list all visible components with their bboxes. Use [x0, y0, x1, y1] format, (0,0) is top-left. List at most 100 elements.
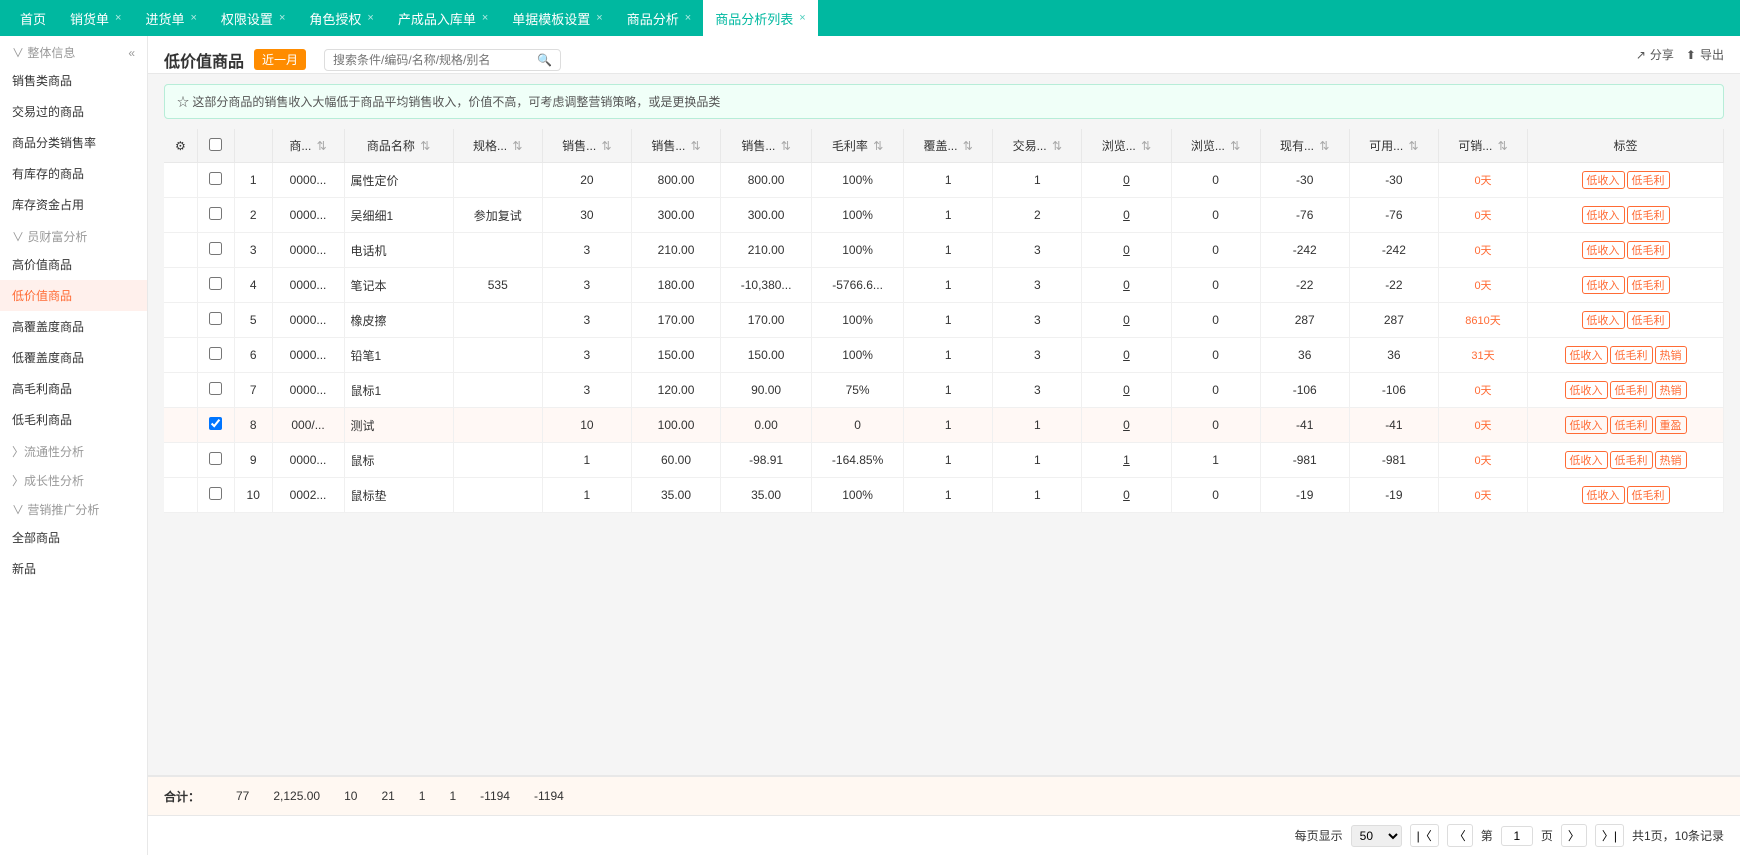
- cell-views1[interactable]: 1: [1082, 443, 1171, 478]
- share-button[interactable]: ↗ 分享: [1636, 46, 1674, 63]
- col-sales-amount[interactable]: 销售... ⇅: [631, 129, 720, 163]
- close-icon[interactable]: ×: [190, 12, 196, 24]
- select-all-checkbox[interactable]: [209, 138, 222, 151]
- sidebar-item-stock-fund[interactable]: 库存资金占用: [0, 189, 147, 220]
- cell-views1[interactable]: 0: [1082, 163, 1171, 198]
- close-icon[interactable]: ×: [685, 12, 691, 24]
- cell-checkbox[interactable]: [197, 198, 234, 233]
- col-name[interactable]: 商品名称 ⇅: [344, 129, 453, 163]
- cell-checkbox[interactable]: [197, 233, 234, 268]
- col-code[interactable]: 商... ⇅: [272, 129, 344, 163]
- col-sales-price[interactable]: 销售... ⇅: [721, 129, 812, 163]
- cell-sales-price: 35.00: [721, 478, 812, 513]
- close-icon[interactable]: ×: [115, 12, 121, 24]
- sidebar-group-flow[interactable]: 〉流通性分析: [0, 435, 147, 464]
- nav-template-settings[interactable]: 单据模板设置 ×: [500, 0, 614, 36]
- cell-views1[interactable]: 0: [1082, 478, 1171, 513]
- nav-sales-order[interactable]: 销货单 ×: [58, 0, 133, 36]
- nav-product-analysis[interactable]: 商品分析 ×: [615, 0, 703, 36]
- cell-views1[interactable]: 0: [1082, 303, 1171, 338]
- cell-checkbox[interactable]: [197, 373, 234, 408]
- cell-coverage: 1: [904, 233, 993, 268]
- cell-checkbox[interactable]: [197, 163, 234, 198]
- sidebar-group-marketing[interactable]: ∨ 营销推广分析: [0, 493, 147, 522]
- sidebar-item-high-margin[interactable]: 高毛利商品: [0, 373, 147, 404]
- col-checkbox[interactable]: [197, 129, 234, 163]
- collapse-icon[interactable]: «: [128, 46, 135, 60]
- col-spec[interactable]: 规格... ⇅: [453, 129, 542, 163]
- search-input[interactable]: [333, 53, 533, 67]
- nav-home[interactable]: 首页: [8, 0, 58, 36]
- nav-role-auth[interactable]: 角色授权 ×: [297, 0, 385, 36]
- col-transactions[interactable]: 交易... ⇅: [993, 129, 1082, 163]
- sidebar-item-category-rate[interactable]: 商品分类销售率: [0, 127, 147, 158]
- close-icon[interactable]: ×: [482, 12, 488, 24]
- cell-views1[interactable]: 0: [1082, 373, 1171, 408]
- cell-checkbox[interactable]: [197, 338, 234, 373]
- col-views1[interactable]: 浏览... ⇅: [1082, 129, 1171, 163]
- close-icon[interactable]: ×: [367, 12, 373, 24]
- row-checkbox[interactable]: [209, 487, 222, 500]
- col-settings[interactable]: ⚙: [164, 129, 197, 163]
- row-checkbox[interactable]: [209, 417, 222, 430]
- close-icon[interactable]: ×: [279, 12, 285, 24]
- cell-checkbox[interactable]: [197, 303, 234, 338]
- cell-saleable: 0天: [1438, 373, 1527, 408]
- row-checkbox[interactable]: [209, 207, 222, 220]
- col-available[interactable]: 可用... ⇅: [1349, 129, 1438, 163]
- filter-tag-button[interactable]: 近一月: [254, 49, 306, 70]
- cell-checkbox[interactable]: [197, 408, 234, 443]
- sidebar-group-growth[interactable]: 〉成长性分析: [0, 464, 147, 493]
- page-input[interactable]: [1501, 826, 1533, 846]
- last-page-button[interactable]: 〉|: [1595, 824, 1624, 847]
- first-page-button[interactable]: |〈: [1410, 824, 1439, 847]
- sidebar-item-stock-goods[interactable]: 有库存的商品: [0, 158, 147, 189]
- sidebar-item-sales-goods[interactable]: 销售类商品: [0, 65, 147, 96]
- sidebar-item-high-coverage[interactable]: 高覆盖度商品: [0, 311, 147, 342]
- sidebar-item-low-coverage[interactable]: 低覆盖度商品: [0, 342, 147, 373]
- sidebar-item-all-goods[interactable]: 全部商品: [0, 522, 147, 553]
- col-saleable[interactable]: 可销... ⇅: [1438, 129, 1527, 163]
- row-checkbox[interactable]: [209, 172, 222, 185]
- search-icon[interactable]: 🔍: [537, 53, 552, 67]
- row-checkbox[interactable]: [209, 347, 222, 360]
- col-gross-margin[interactable]: 毛利率 ⇅: [812, 129, 904, 163]
- sidebar-item-high-value[interactable]: 高价值商品: [0, 249, 147, 280]
- col-current-stock[interactable]: 现有... ⇅: [1260, 129, 1349, 163]
- row-checkbox[interactable]: [209, 277, 222, 290]
- cell-views1[interactable]: 0: [1082, 408, 1171, 443]
- cell-views1[interactable]: 0: [1082, 233, 1171, 268]
- row-checkbox[interactable]: [209, 382, 222, 395]
- cell-views1[interactable]: 0: [1082, 268, 1171, 303]
- sidebar-item-new-goods[interactable]: 新品: [0, 553, 147, 584]
- sidebar-group-overall[interactable]: ∨ 整体信息 «: [0, 36, 147, 65]
- row-checkbox[interactable]: [209, 452, 222, 465]
- sidebar-item-low-value[interactable]: 低价值商品: [0, 280, 147, 311]
- col-coverage[interactable]: 覆盖... ⇅: [904, 129, 993, 163]
- cell-checkbox[interactable]: [197, 443, 234, 478]
- nav-finished-goods[interactable]: 产成品入库单 ×: [386, 0, 500, 36]
- prev-page-button[interactable]: 〈: [1447, 824, 1473, 847]
- sidebar-group-wealth[interactable]: ∨ 员财富分析: [0, 220, 147, 249]
- tag-label: 低收入: [1582, 311, 1625, 329]
- close-icon[interactable]: ×: [596, 12, 602, 24]
- col-views2[interactable]: 浏览... ⇅: [1171, 129, 1260, 163]
- nav-permissions[interactable]: 权限设置 ×: [209, 0, 297, 36]
- cell-spec: [453, 338, 542, 373]
- page-size-select[interactable]: 50 100 200: [1351, 825, 1402, 847]
- cell-views1[interactable]: 0: [1082, 338, 1171, 373]
- nav-product-analysis-list[interactable]: 商品分析列表 ×: [703, 0, 817, 36]
- col-sales-qty[interactable]: 销售... ⇅: [542, 129, 631, 163]
- next-page-button[interactable]: 〉: [1561, 824, 1587, 847]
- close-icon[interactable]: ×: [799, 12, 805, 24]
- export-button[interactable]: ⬆ 导出: [1686, 46, 1724, 63]
- row-checkbox[interactable]: [209, 242, 222, 255]
- cell-spec: [453, 163, 542, 198]
- cell-checkbox[interactable]: [197, 478, 234, 513]
- cell-views1[interactable]: 0: [1082, 198, 1171, 233]
- sidebar-item-traded-goods[interactable]: 交易过的商品: [0, 96, 147, 127]
- cell-checkbox[interactable]: [197, 268, 234, 303]
- row-checkbox[interactable]: [209, 312, 222, 325]
- nav-purchase-order[interactable]: 进货单 ×: [133, 0, 208, 36]
- sidebar-item-low-margin[interactable]: 低毛利商品: [0, 404, 147, 435]
